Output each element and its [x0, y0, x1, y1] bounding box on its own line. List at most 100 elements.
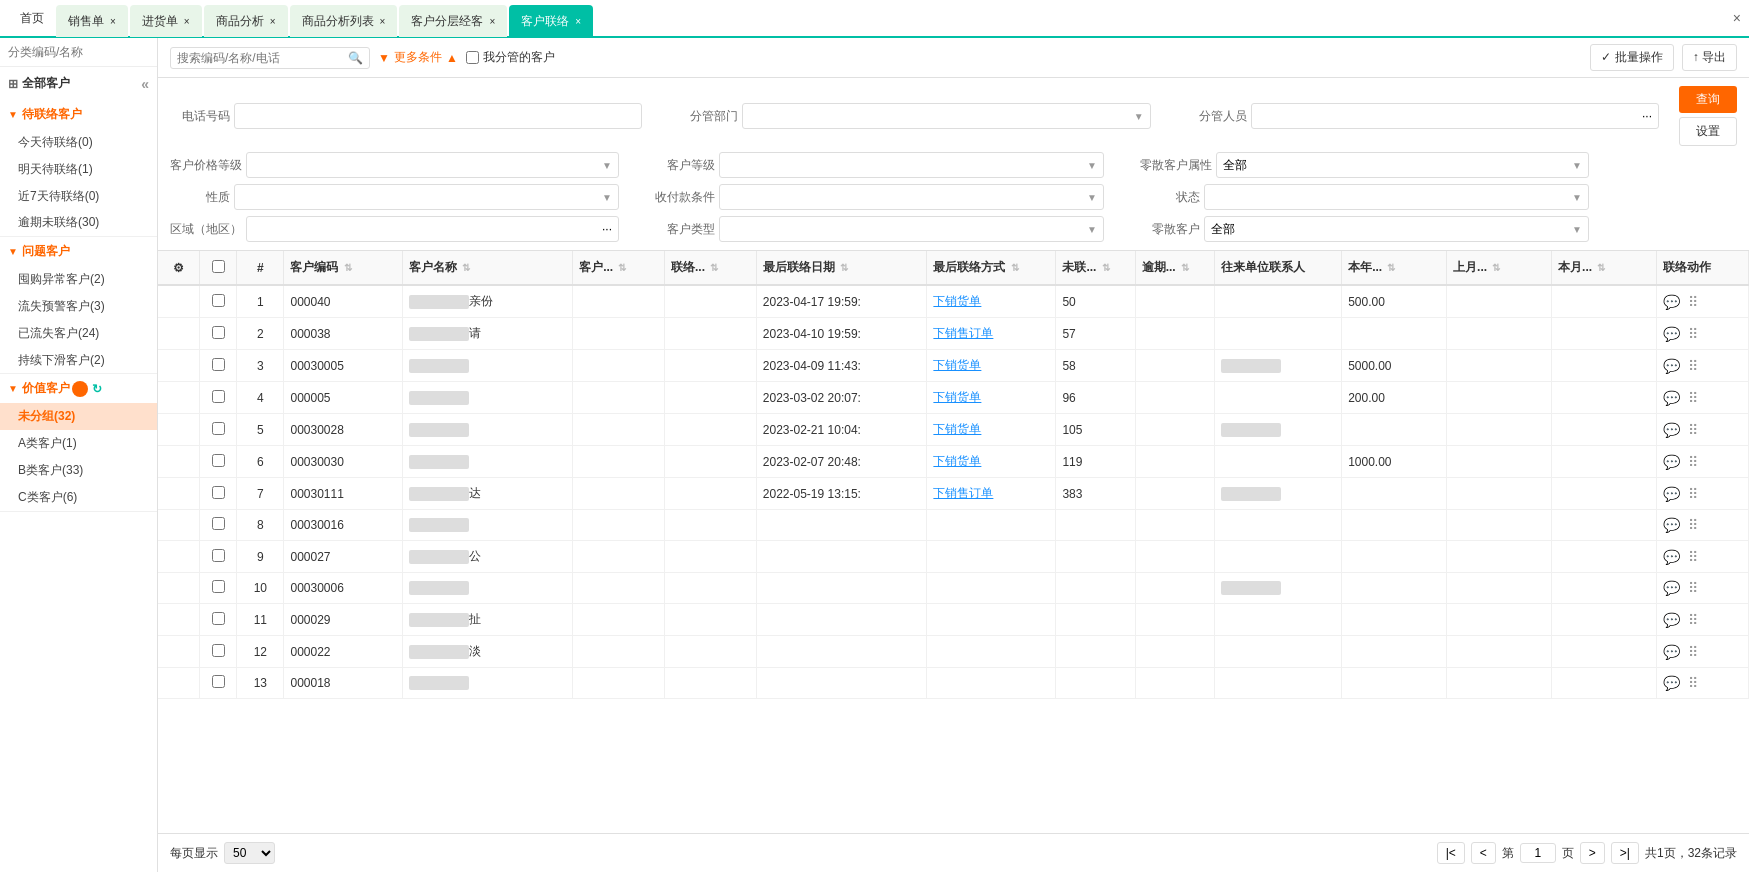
- chat-icon[interactable]: 💬: [1663, 517, 1680, 533]
- row-action-cell[interactable]: 💬⠿: [1657, 478, 1749, 510]
- row-checkbox[interactable]: [212, 294, 225, 307]
- sidebar-item-overdue[interactable]: 逾期未联络(30): [0, 209, 157, 236]
- row-checkbox[interactable]: [212, 326, 225, 339]
- gear-column-header[interactable]: ⚙: [158, 251, 200, 285]
- last-method-link[interactable]: 下销售订单: [933, 326, 993, 340]
- row-action-cell[interactable]: 💬⠿: [1657, 636, 1749, 668]
- row-checkbox[interactable]: [212, 549, 225, 562]
- batch-ops-button[interactable]: ✓ 批量操作: [1590, 44, 1673, 71]
- sidebar-all-customers[interactable]: ⊞ 全部客户 «: [0, 67, 157, 100]
- nav-home[interactable]: 首页: [8, 0, 56, 37]
- row-checkbox[interactable]: [212, 422, 225, 435]
- page-input[interactable]: [1520, 843, 1556, 863]
- row-last-method-cell[interactable]: [927, 510, 1056, 541]
- tab-close-pl[interactable]: ×: [380, 16, 386, 27]
- tab-close-cl[interactable]: ×: [489, 16, 495, 27]
- last-method-link[interactable]: 下销货单: [933, 390, 981, 404]
- my-customers-checkbox[interactable]: 我分管的客户: [466, 49, 555, 66]
- check-column-header[interactable]: [200, 251, 237, 285]
- more-action-icon[interactable]: ⠿: [1688, 517, 1698, 533]
- filter-manager-input[interactable]: ···: [1251, 103, 1659, 129]
- more-action-icon[interactable]: ⠿: [1688, 422, 1698, 438]
- row-checkbox[interactable]: [212, 675, 225, 688]
- chat-icon[interactable]: 💬: [1663, 422, 1680, 438]
- first-page-button[interactable]: |<: [1437, 842, 1465, 864]
- chat-icon[interactable]: 💬: [1663, 358, 1680, 374]
- more-action-icon[interactable]: ⠿: [1688, 549, 1698, 565]
- last-method-link[interactable]: 下销货单: [933, 294, 981, 308]
- last-method-link[interactable]: 下销售订单: [933, 486, 993, 500]
- row-checkbox[interactable]: [212, 612, 225, 625]
- row-check-cell[interactable]: [200, 541, 237, 573]
- row-checkbox[interactable]: [212, 390, 225, 403]
- row-action-cell[interactable]: 💬⠿: [1657, 446, 1749, 478]
- sidebar-item-declining[interactable]: 持续下滑客户(2): [0, 347, 157, 374]
- row-checkbox[interactable]: [212, 486, 225, 499]
- next-page-button[interactable]: >: [1580, 842, 1605, 864]
- last-method-link[interactable]: 下销货单: [933, 358, 981, 372]
- row-check-cell[interactable]: [200, 478, 237, 510]
- chat-icon[interactable]: 💬: [1663, 675, 1680, 691]
- row-check-cell[interactable]: [200, 573, 237, 604]
- per-page-select[interactable]: 50 100: [224, 842, 275, 864]
- nav-tab-product-list[interactable]: 商品分析列表 ×: [290, 5, 398, 37]
- row-last-method-cell[interactable]: 下销货单: [927, 350, 1056, 382]
- select-all-checkbox[interactable]: [212, 260, 225, 273]
- nav-tab-purchase[interactable]: 进货单 ×: [130, 5, 202, 37]
- nav-tab-customer-layer[interactable]: 客户分层经客 ×: [399, 5, 507, 37]
- filter-region-input[interactable]: ···: [246, 216, 619, 242]
- thismonth-column-header[interactable]: 本月... ⇅: [1552, 251, 1657, 285]
- more-action-icon[interactable]: ⠿: [1688, 294, 1698, 310]
- row-last-method-cell[interactable]: [927, 636, 1056, 668]
- more-action-icon[interactable]: ⠿: [1688, 486, 1698, 502]
- row-action-cell[interactable]: 💬⠿: [1657, 318, 1749, 350]
- row-check-cell[interactable]: [200, 350, 237, 382]
- chat-icon[interactable]: 💬: [1663, 580, 1680, 596]
- filter-payment-select[interactable]: ▼: [719, 184, 1104, 210]
- nav-tab-customer-contact[interactable]: 客户联络 ×: [509, 5, 593, 37]
- row-last-method-cell[interactable]: 下销售订单: [927, 478, 1056, 510]
- filter-status-select[interactable]: ▼: [1204, 184, 1589, 210]
- sidebar-item-stockpile-abnormal[interactable]: 囤购异常客户(2): [0, 266, 157, 293]
- row-check-cell[interactable]: [200, 285, 237, 318]
- sidebar-item-tomorrow[interactable]: 明天待联络(1): [0, 156, 157, 183]
- search-box[interactable]: 🔍: [170, 47, 370, 69]
- lastmonth-column-header[interactable]: 上月... ⇅: [1447, 251, 1552, 285]
- tab-close-cc[interactable]: ×: [575, 16, 581, 27]
- overdue-column-header[interactable]: 逾期... ⇅: [1135, 251, 1214, 285]
- row-action-cell[interactable]: 💬⠿: [1657, 414, 1749, 446]
- row-last-method-cell[interactable]: [927, 668, 1056, 699]
- chat-icon[interactable]: 💬: [1663, 326, 1680, 342]
- more-action-icon[interactable]: ⠿: [1688, 390, 1698, 406]
- last-method-column-header[interactable]: 最后联络方式 ⇅: [927, 251, 1056, 285]
- row-action-cell[interactable]: 💬⠿: [1657, 382, 1749, 414]
- name-column-header[interactable]: 客户名称 ⇅: [402, 251, 573, 285]
- row-checkbox[interactable]: [212, 358, 225, 371]
- my-customers-check-input[interactable]: [466, 51, 479, 64]
- chat-icon[interactable]: 💬: [1663, 549, 1680, 565]
- sidebar-section-title-pending[interactable]: ▼ 待联络客户: [0, 100, 157, 129]
- row-checkbox[interactable]: [212, 580, 225, 593]
- last-method-link[interactable]: 下销货单: [933, 454, 981, 468]
- refresh-icon[interactable]: ↻: [92, 382, 102, 396]
- more-action-icon[interactable]: ⠿: [1688, 326, 1698, 342]
- filter-retail-cust-select[interactable]: 全部 ▼: [1204, 216, 1589, 242]
- row-last-method-cell[interactable]: 下销货单: [927, 382, 1056, 414]
- row-action-cell[interactable]: 💬⠿: [1657, 668, 1749, 699]
- row-last-method-cell[interactable]: [927, 604, 1056, 636]
- last-date-column-header[interactable]: 最后联络日期 ⇅: [756, 251, 927, 285]
- sidebar-item-ungroup[interactable]: 未分组(32): [0, 403, 157, 430]
- nav-tab-product-analysis[interactable]: 商品分析 ×: [204, 5, 288, 37]
- search-icon[interactable]: 🔍: [348, 51, 363, 65]
- row-check-cell[interactable]: [200, 318, 237, 350]
- filter-retail-attr-select[interactable]: 全部 ▼: [1216, 152, 1589, 178]
- more-action-icon[interactable]: ⠿: [1688, 580, 1698, 596]
- row-check-cell[interactable]: [200, 668, 237, 699]
- chat-icon[interactable]: 💬: [1663, 612, 1680, 628]
- liaison-column-header[interactable]: 往来单位联系人: [1214, 251, 1341, 285]
- row-last-method-cell[interactable]: 下销货单: [927, 414, 1056, 446]
- chat-icon[interactable]: 💬: [1663, 454, 1680, 470]
- code-column-header[interactable]: 客户编码 ⇅: [284, 251, 402, 285]
- query-button[interactable]: 查询: [1679, 86, 1737, 113]
- search-input[interactable]: [177, 51, 348, 65]
